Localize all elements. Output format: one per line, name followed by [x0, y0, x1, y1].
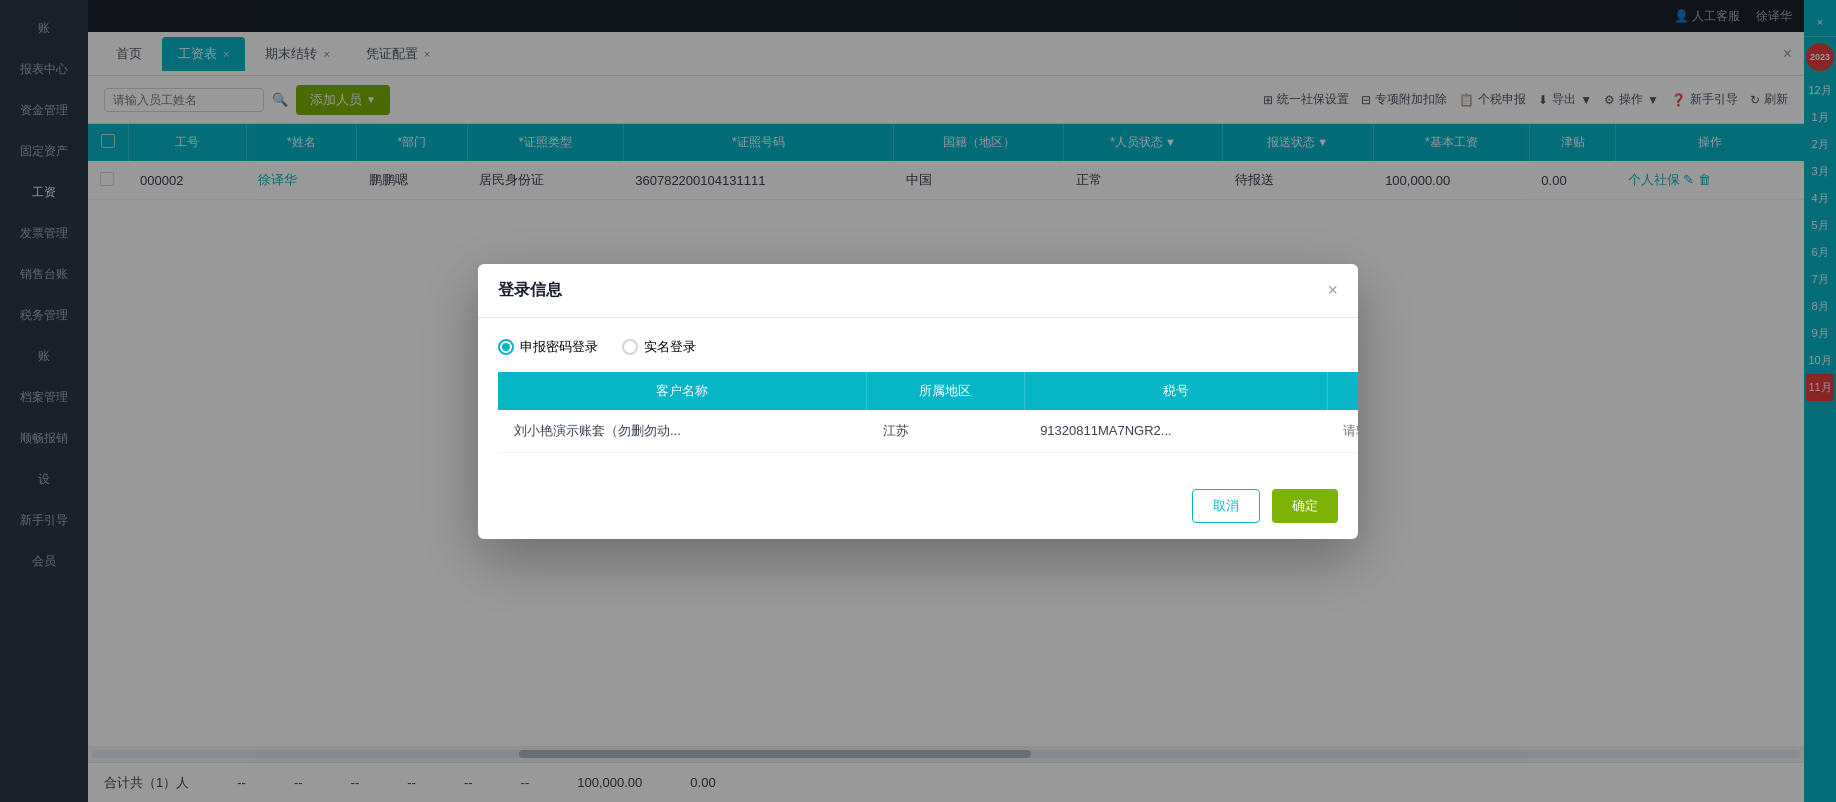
login-dialog: 登录信息 × 申报密码登录 实名登录 客户名称 所属地区 — [478, 264, 1358, 539]
dialog-table: 客户名称 所属地区 税号 个税密码 刘小艳演示账套（勿删勿动... 江苏 913… — [498, 372, 1358, 453]
dialog-overlay: 登录信息 × 申报密码登录 实名登录 客户名称 所属地区 — [0, 0, 1836, 802]
confirm-button[interactable]: 确定 — [1272, 489, 1338, 523]
radio-password-dot — [498, 339, 514, 355]
radio-group: 申报密码登录 实名登录 — [498, 338, 1338, 356]
cancel-button[interactable]: 取消 — [1192, 489, 1260, 523]
dialog-table-row: 刘小艳演示账套（勿删勿动... 江苏 91320811MA7NGR2... — [498, 410, 1358, 453]
dialog-col-taxno: 税号 — [1024, 372, 1327, 410]
dialog-footer: 取消 确定 — [478, 473, 1358, 539]
dialog-col-password: 个税密码 — [1327, 372, 1358, 410]
dialog-col-region: 所属地区 — [867, 372, 1025, 410]
radio-realname-login[interactable]: 实名登录 — [622, 338, 696, 356]
dialog-title: 登录信息 — [498, 280, 562, 301]
dialog-col-name: 客户名称 — [498, 372, 867, 410]
dialog-cell-name: 刘小艳演示账套（勿删勿动... — [498, 410, 867, 453]
dialog-cell-region: 江苏 — [867, 410, 1025, 453]
tax-password-input[interactable] — [1343, 423, 1358, 438]
dialog-cell-password[interactable] — [1327, 410, 1358, 453]
dialog-body: 申报密码登录 实名登录 客户名称 所属地区 税号 个税密码 — [478, 318, 1358, 473]
dialog-header: 登录信息 × — [478, 264, 1358, 318]
dialog-close-icon[interactable]: × — [1327, 280, 1338, 301]
radio-password-login[interactable]: 申报密码登录 — [498, 338, 598, 356]
dialog-cell-taxno: 91320811MA7NGR2... — [1024, 410, 1327, 453]
radio-realname-dot — [622, 339, 638, 355]
